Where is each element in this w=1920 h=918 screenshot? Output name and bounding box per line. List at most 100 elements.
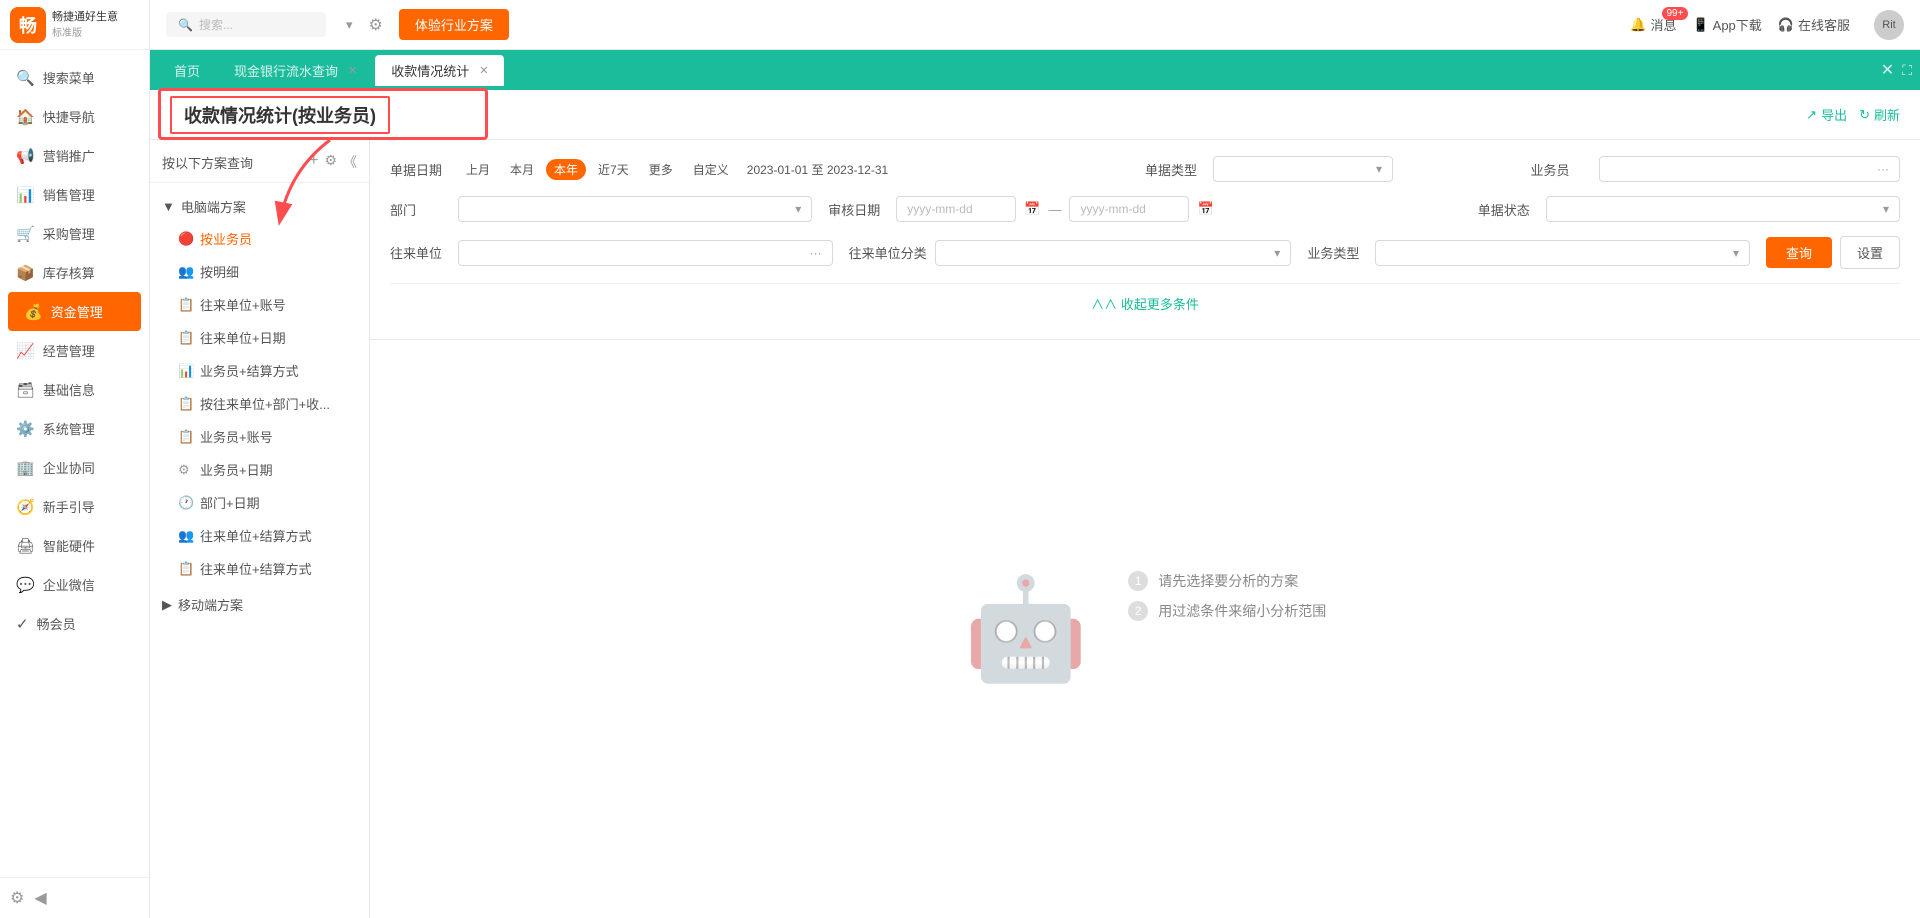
partner-more-icon: ··· [810,246,822,260]
scheme-icon-partner-date: 📋 [178,330,194,346]
service-button[interactable]: 🎧 在线客服 [1778,15,1850,34]
scheme-label-partner-settlement1: 往来单位+结算方式 [200,526,312,545]
sidebar-item-wechat[interactable]: 💬 企业微信 [0,565,149,604]
review-date-end-input[interactable]: yyyy-mm-dd [1069,196,1189,222]
scheme-item-partner-settlement1[interactable]: 👥 往来单位+结算方式 [150,519,369,552]
sidebar-item-guide[interactable]: 🧭 新手引导 [0,487,149,526]
cta-button[interactable]: 体验行业方案 [399,9,509,40]
sidebar-item-hardware[interactable]: 🖨 智能硬件 [0,526,149,565]
topbar-gear-icon[interactable]: ⚙ [369,15,383,35]
filter-row-2: 部门 ▾ 审核日期 yyyy-mm-dd 📅 — [390,196,1900,222]
sidebar-menu: 🔍 搜索菜单 🏠 快捷导航 📢 营销推广 📊 销售管理 🛒 采购管理 📦 库存核… [0,50,149,877]
calendar-end-icon[interactable]: 📅 [1197,201,1213,217]
scheme-item-dept-date[interactable]: 🕐 部门+日期 [150,486,369,519]
compass-icon: 🧭 [16,498,35,516]
scheme-settings-icon[interactable]: ⚙ [324,152,337,172]
tab-receipt-close-icon[interactable]: ✕ [479,64,488,77]
export-button[interactable]: ↗ 导出 [1806,105,1847,124]
settings-filter-button[interactable]: 设置 [1840,236,1900,269]
scheme-group-pc-header[interactable]: ▼ 电脑端方案 [150,191,369,222]
close-window-icon[interactable]: ✕ [1881,60,1894,80]
scheme-item-sales-account[interactable]: 📋 业务员+账号 [150,420,369,453]
date-tab-more[interactable]: 更多 [641,159,681,180]
scheme-item-partner-account[interactable]: 📋 往来单位+账号 [150,288,369,321]
sidebar-item-member[interactable]: ✓ 畅会员 [0,604,149,643]
sidebar-item-nav[interactable]: 🏠 快捷导航 [0,97,149,136]
messages-button[interactable]: 🔔 消息 99+ [1630,15,1676,34]
calendar-start-icon[interactable]: 📅 [1024,201,1040,217]
filter-voucher-type: 单据类型 ▾ [1145,156,1515,182]
scheme-label-sales-date: 业务员+日期 [200,460,273,479]
app-logo: 畅 畅捷通好生意 标准版 [0,0,149,50]
date-tab-this-year[interactable]: 本年 [546,159,586,180]
date-tabs: 上月 本月 本年 近7天 更多 自定义 2023-01-01 至 2023-12… [458,159,888,180]
filter-row-1: 单据日期 上月 本月 本年 近7天 更多 自定义 2023-01-01 至 20… [390,156,1900,182]
voucher-status-arrow-icon: ▾ [1883,202,1889,216]
voucher-status-select[interactable]: ▾ [1546,196,1900,222]
sidebar-item-company[interactable]: 🏢 企业协同 [0,448,149,487]
tab-bank[interactable]: 现金银行流水查询 ✕ [218,55,373,86]
scheme-label-partner-date: 往来单位+日期 [200,328,286,347]
scheme-item-salesman[interactable]: 🔴 按业务员 [150,222,369,255]
left-panel: 按以下方案查询 + ⚙ 《 ▼ 电脑端方案 🔴 按业务员 👥 [150,140,370,918]
tab-bank-close-icon[interactable]: ✕ [348,64,357,77]
tab-home[interactable]: 首页 [158,55,216,86]
sidebar-item-search[interactable]: 🔍 搜索菜单 [0,58,149,97]
query-button[interactable]: 查询 [1766,237,1832,268]
scheme-group-mobile-header[interactable]: ▶ 移动端方案 [150,589,369,620]
refresh-button[interactable]: ↻ 刷新 [1859,105,1900,124]
review-date-start-input[interactable]: yyyy-mm-dd [896,196,1016,222]
sidebar-item-marketing[interactable]: 📢 营销推广 [0,136,149,175]
app-download-button[interactable]: 📱 App下载 [1692,15,1761,34]
scheme-item-detail[interactable]: 👥 按明细 [150,255,369,288]
salesman-select[interactable]: ··· [1599,156,1901,182]
collapse-filter-bar[interactable]: ∧∧ 收起更多条件 [390,283,1900,323]
date-dash: — [1048,202,1061,217]
add-scheme-icon[interactable]: + [309,152,318,172]
tabbar: 首页 现金银行流水查询 ✕ 收款情况统计 ✕ ✕ ⛶ [150,50,1920,90]
scheme-item-partner-settlement2[interactable]: 📋 往来单位+结算方式 [150,552,369,585]
sidebar-item-operation[interactable]: 📈 经营管理 [0,331,149,370]
sidebar-item-finance[interactable]: 💰 资金管理 [8,292,141,331]
dept-select[interactable]: ▾ [458,196,812,222]
topbar-chevron-icon[interactable]: ▾ [346,17,353,33]
date-tab-this-month[interactable]: 本月 [502,159,542,180]
business-type-arrow-icon: ▾ [1733,246,1739,260]
partner-select[interactable]: ··· [458,240,833,266]
scheme-label-salesman: 按业务员 [200,229,252,248]
scheme-item-partner-date[interactable]: 📋 往来单位+日期 [150,321,369,354]
scheme-collapse-icon[interactable]: 《 [343,152,357,172]
date-tab-7days[interactable]: 近7天 [590,159,637,180]
cart-icon: 🛒 [16,225,35,243]
user-avatar[interactable]: Rit [1874,10,1904,40]
date-tab-last-month[interactable]: 上月 [458,159,498,180]
review-date-start-placeholder: yyyy-mm-dd [907,202,972,216]
topbar-search[interactable]: 🔍 搜索... [166,12,326,37]
scheme-header-label: 按以下方案查询 [162,153,253,172]
review-date-label: 审核日期 [828,200,888,219]
logo-icon: 畅 [10,7,46,43]
sidebar-item-system[interactable]: ⚙️ 系统管理 [0,409,149,448]
filter-partner: 往来单位 ··· [390,240,833,266]
tab-receipt[interactable]: 收款情况统计 ✕ [375,55,504,86]
scheme-item-complex[interactable]: 📋 按往来单位+部门+收... [150,387,369,420]
collapse-sidebar-icon[interactable]: ◀ [34,888,46,908]
salesman-label: 业务员 [1531,160,1591,179]
settings-bottom-icon[interactable]: ⚙ [10,888,24,908]
sidebar-item-sales[interactable]: 📊 销售管理 [0,175,149,214]
sidebar-item-basic[interactable]: 🗃 基础信息 [0,370,149,409]
home-icon: 🏠 [16,108,35,126]
filter-row-3: 往来单位 ··· 往来单位分类 ▾ 业务类型 [390,236,1900,269]
scheme-item-sales-settlement[interactable]: 📊 业务员+结算方式 [150,354,369,387]
business-type-select[interactable]: ▾ [1375,240,1750,266]
date-range: 2023-01-01 至 2023-12-31 [747,161,888,178]
dept-label: 部门 [390,200,450,219]
sidebar-item-purchase[interactable]: 🛒 采购管理 [0,214,149,253]
sidebar-item-stock[interactable]: 📦 库存核算 [0,253,149,292]
voucher-type-select[interactable]: ▾ [1213,156,1393,182]
maximize-icon[interactable]: ⛶ [1902,62,1912,79]
filter-business-type: 业务类型 ▾ [1307,240,1750,266]
date-tab-custom[interactable]: 自定义 [685,159,737,180]
partner-category-select[interactable]: ▾ [935,240,1292,266]
scheme-item-sales-date[interactable]: ⚙ 业务员+日期 [150,453,369,486]
